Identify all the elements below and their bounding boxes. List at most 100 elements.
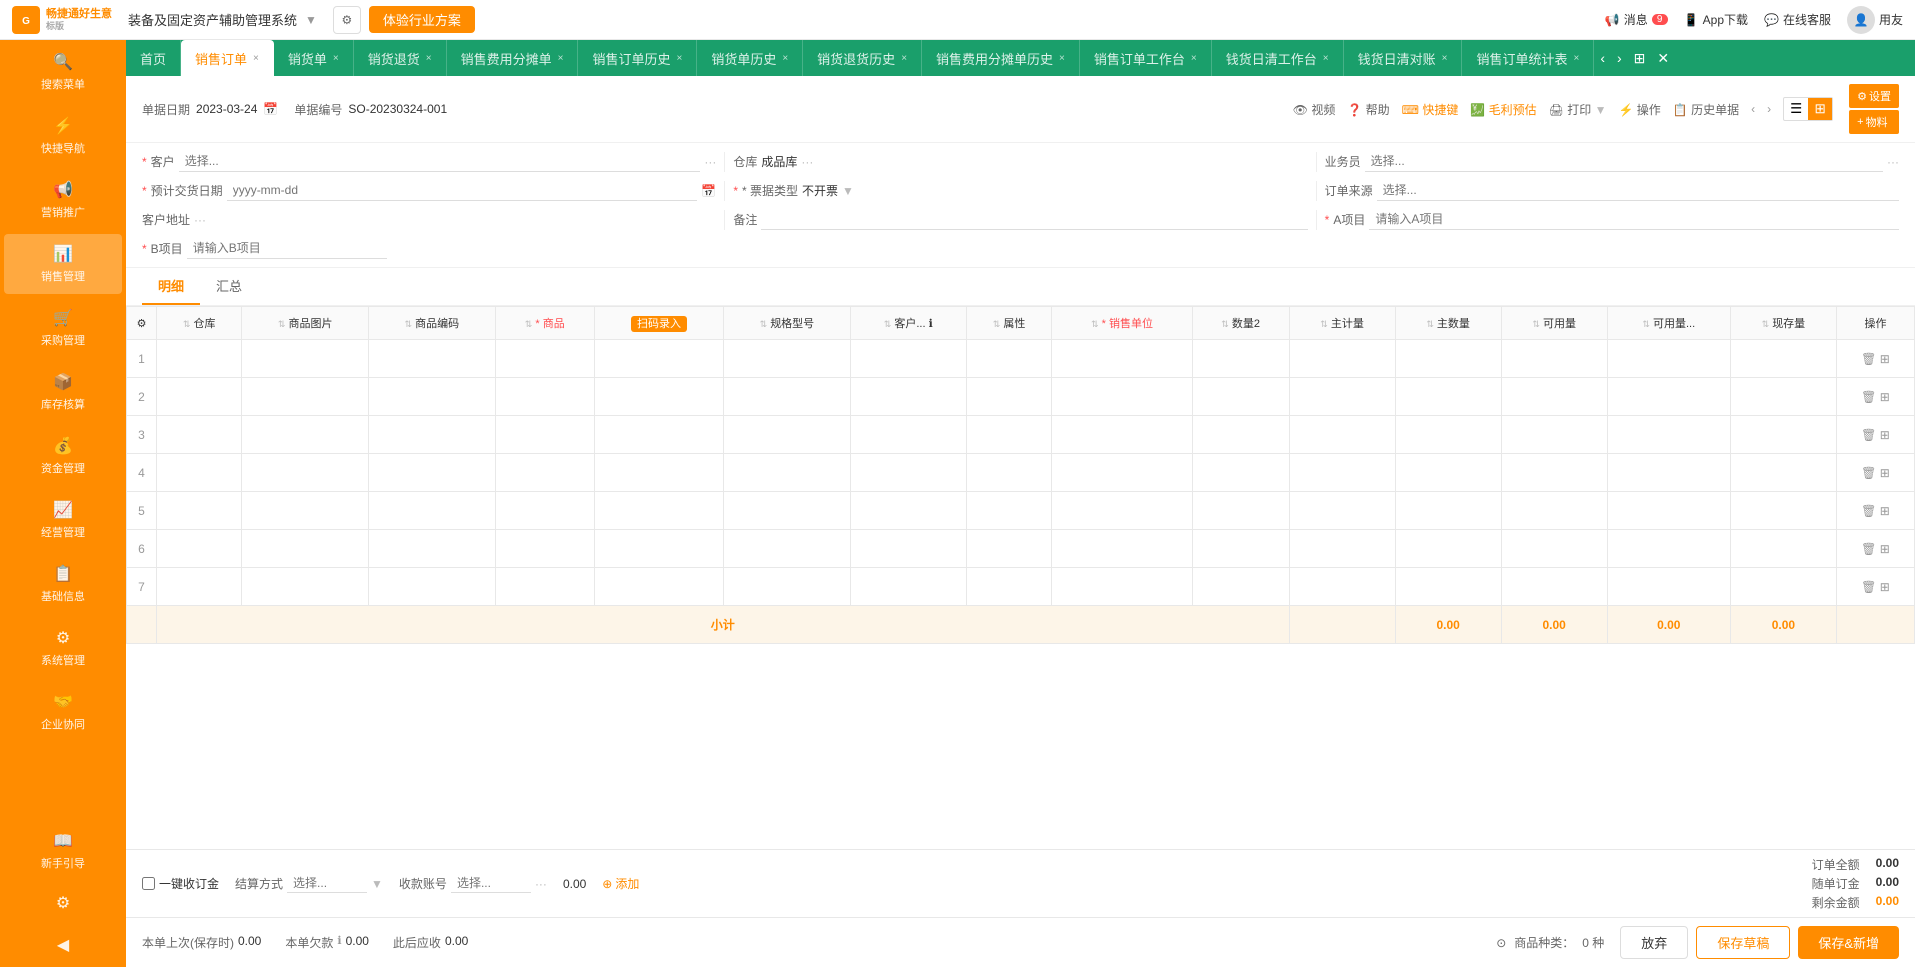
row-2-current[interactable] xyxy=(1730,378,1836,416)
row-4-main-unit[interactable] xyxy=(1289,454,1395,492)
app-download-button[interactable]: 📱 App下载 xyxy=(1684,11,1748,28)
notice-button[interactable]: 📢 消息 9 xyxy=(1605,11,1668,28)
form-view-button[interactable]: ⊞ xyxy=(1808,98,1832,120)
th-customer-code[interactable]: ⇅ 客户... ℹ xyxy=(850,307,966,340)
row-6-spec[interactable] xyxy=(724,530,851,568)
row-7-main-qty[interactable] xyxy=(1395,568,1501,606)
row-1-product[interactable] xyxy=(495,340,594,378)
view-button[interactable]: 👁 视频 xyxy=(1293,101,1336,118)
row-4-qty2[interactable] xyxy=(1192,454,1289,492)
tab-cash-reconcile[interactable]: 钱货日清对账 × xyxy=(1344,40,1463,76)
tab-sales-order-history[interactable]: 销售订单历史 × xyxy=(578,40,697,76)
th-product-code[interactable]: ⇅ 商品编码 xyxy=(369,307,496,340)
th-spec[interactable]: ⇅ 规格型号 xyxy=(724,307,851,340)
row-1-copy-icon[interactable]: ⊞ xyxy=(1880,352,1890,366)
row-5-product-img[interactable] xyxy=(242,492,369,530)
th-qty2[interactable]: ⇅ 数量2 xyxy=(1192,307,1289,340)
row-4-main-qty[interactable] xyxy=(1395,454,1501,492)
receipt-account-more[interactable]: ··· xyxy=(535,877,547,891)
th-available[interactable]: ⇅ 可用量 xyxy=(1501,307,1607,340)
row-6-main-unit[interactable] xyxy=(1289,530,1395,568)
row-4-unit[interactable] xyxy=(1052,454,1192,492)
close-tab-sales-return[interactable]: × xyxy=(426,53,432,64)
row-2-warehouse[interactable] xyxy=(157,378,242,416)
close-tab-sales-cost[interactable]: × xyxy=(558,53,564,64)
row-5-available[interactable] xyxy=(1501,492,1607,530)
row-6-scan[interactable] xyxy=(594,530,723,568)
discard-button[interactable]: 放弃 xyxy=(1620,926,1688,959)
row-3-scan[interactable] xyxy=(594,416,723,454)
row-6-copy-icon[interactable]: ⊞ xyxy=(1880,542,1890,556)
row-1-delete-icon[interactable]: 🗑 xyxy=(1861,352,1876,366)
invoice-dropdown-icon[interactable]: ▼ xyxy=(842,184,854,198)
tab-detail[interactable]: 明细 xyxy=(142,268,200,305)
row-5-scan[interactable] xyxy=(594,492,723,530)
row-6-product[interactable] xyxy=(495,530,594,568)
row-7-main-unit[interactable] xyxy=(1289,568,1395,606)
tab-sales-order[interactable]: 销售订单 × xyxy=(181,40,274,76)
row-6-qty2[interactable] xyxy=(1192,530,1289,568)
row-2-action[interactable]: 🗑 ⊞ xyxy=(1836,378,1914,416)
row-1-attribute[interactable] xyxy=(966,340,1051,378)
b-project-input[interactable] xyxy=(187,238,387,259)
one-click-deposit-input[interactable] xyxy=(142,877,155,890)
order-source-input[interactable] xyxy=(1377,180,1899,201)
th-current[interactable]: ⇅ 现存量 xyxy=(1730,307,1836,340)
tab-summary[interactable]: 汇总 xyxy=(200,268,258,305)
row-1-unit[interactable] xyxy=(1052,340,1192,378)
tab-nav-prev[interactable]: ‹ xyxy=(1594,50,1611,66)
close-tab-goods-history[interactable]: × xyxy=(782,53,788,64)
pay-method-input[interactable] xyxy=(287,874,367,893)
th-unit[interactable]: ⇅ * 销售单位 xyxy=(1052,307,1192,340)
row-2-spec[interactable] xyxy=(724,378,851,416)
sidebar-item-system[interactable]: ⚙ 系统管理 xyxy=(4,618,122,678)
tab-nav-close[interactable]: ✕ xyxy=(1651,50,1675,67)
staff-more-icon[interactable]: ··· xyxy=(1887,155,1899,169)
row-5-spec[interactable] xyxy=(724,492,851,530)
addr-more-icon[interactable]: ··· xyxy=(194,213,206,227)
help-button[interactable]: ❓ 帮助 xyxy=(1347,101,1389,118)
row-2-main-unit[interactable] xyxy=(1289,378,1395,416)
tab-sales-goods-history[interactable]: 销货单历史 × xyxy=(697,40,803,76)
current-order-info-icon[interactable]: ℹ xyxy=(337,934,341,951)
customer-input[interactable] xyxy=(179,151,701,172)
staff-input[interactable] xyxy=(1365,151,1883,172)
row-5-copy-icon[interactable]: ⊞ xyxy=(1880,504,1890,518)
row-4-scan[interactable] xyxy=(594,454,723,492)
save-draft-button[interactable]: 保存草稿 xyxy=(1696,926,1790,959)
row-2-unit[interactable] xyxy=(1052,378,1192,416)
row-6-delete-icon[interactable]: 🗑 xyxy=(1861,542,1876,556)
profit-forecast-button[interactable]: 💹 毛利预估 xyxy=(1470,101,1536,118)
row-3-qty2[interactable] xyxy=(1192,416,1289,454)
row-1-warehouse[interactable] xyxy=(157,340,242,378)
row-5-unit[interactable] xyxy=(1052,492,1192,530)
system-dropdown-icon[interactable]: ▼ xyxy=(305,13,317,27)
row-2-available[interactable] xyxy=(1501,378,1607,416)
close-tab-order-workbench[interactable]: × xyxy=(1191,53,1197,64)
row-4-product[interactable] xyxy=(495,454,594,492)
row-3-action[interactable]: 🗑 ⊞ xyxy=(1836,416,1914,454)
tab-return-history[interactable]: 销货退货历史 × xyxy=(803,40,922,76)
row-2-copy-icon[interactable]: ⊞ xyxy=(1880,390,1890,404)
row-2-qty2[interactable] xyxy=(1192,378,1289,416)
close-tab-cash-workbench[interactable]: × xyxy=(1323,53,1329,64)
row-1-available2[interactable] xyxy=(1607,340,1730,378)
row-4-customer-code[interactable] xyxy=(850,454,966,492)
row-5-available2[interactable] xyxy=(1607,492,1730,530)
row-2-product-code[interactable] xyxy=(369,378,496,416)
row-3-main-qty[interactable] xyxy=(1395,416,1501,454)
save-new-button[interactable]: 保存&新增 xyxy=(1798,926,1899,959)
row-1-available[interactable] xyxy=(1501,340,1607,378)
row-3-available2[interactable] xyxy=(1607,416,1730,454)
row-7-unit[interactable] xyxy=(1052,568,1192,606)
view-nav-prev[interactable]: ‹ xyxy=(1751,102,1755,116)
row-3-product-img[interactable] xyxy=(242,416,369,454)
row-1-scan[interactable] xyxy=(594,340,723,378)
row-1-action[interactable]: 🗑 ⊞ xyxy=(1836,340,1914,378)
close-tab-sales-goods[interactable]: × xyxy=(333,53,339,64)
customer-more-icon[interactable]: ··· xyxy=(704,155,716,169)
row-3-product-code[interactable] xyxy=(369,416,496,454)
table-scroll-area[interactable]: ⚙ ⇅ 仓库 ⇅ 商品图片 ⇅ 商品编码 ⇅ * 商品 扫码录入 ⇅ 规格型号 … xyxy=(126,306,1915,849)
expected-date-input[interactable] xyxy=(227,180,698,201)
shortcut-button[interactable]: ⌨ 快捷键 xyxy=(1402,101,1459,118)
